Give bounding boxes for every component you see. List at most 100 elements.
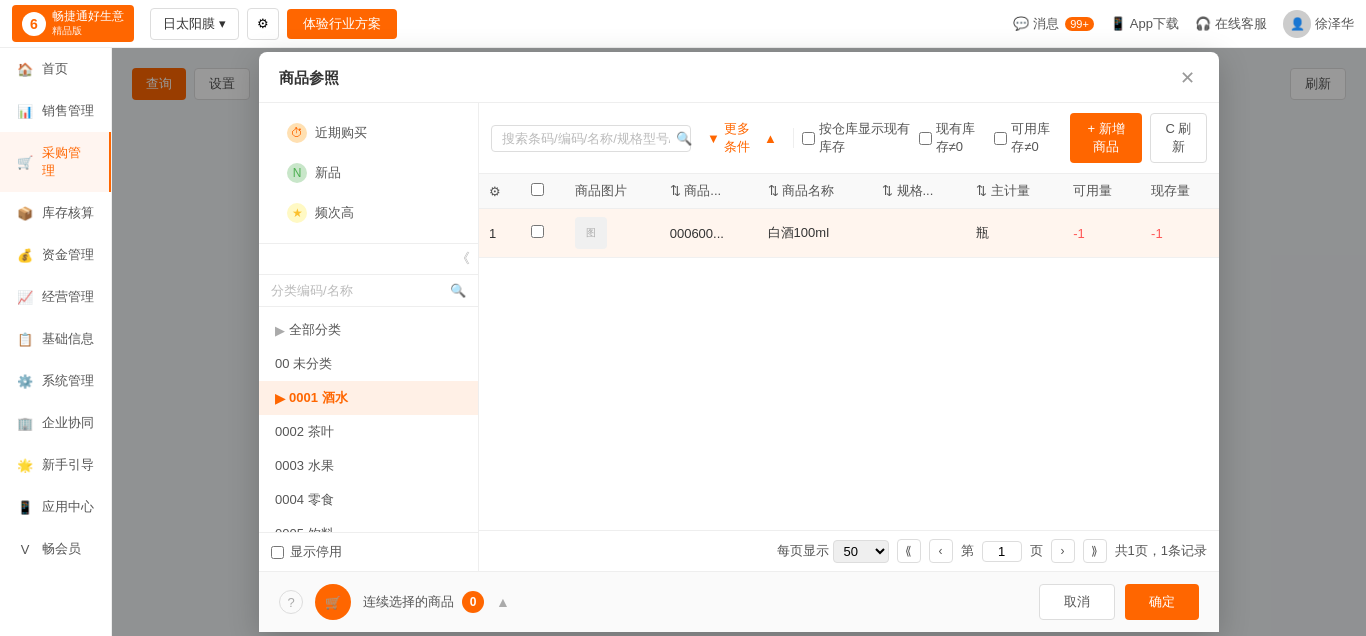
- page-last-btn[interactable]: ⟫: [1083, 539, 1107, 563]
- headset-icon: 🎧: [1195, 16, 1211, 31]
- confirm-btn[interactable]: 确定: [1125, 584, 1199, 620]
- modal-toolbar: 🔍 ▼ 更多条件 ▲ 按仓库显示现有库存: [479, 103, 1219, 174]
- cart-icon: 🛒: [325, 595, 341, 610]
- sort-icon: ⇅: [882, 183, 893, 198]
- purchase-icon: 🛒: [16, 153, 34, 171]
- modal-nav-new[interactable]: N 新品: [271, 153, 466, 193]
- page-size-dropdown[interactable]: 50 20 100 200: [833, 540, 889, 563]
- warehouse-display-filter[interactable]: 按仓库显示现有库存: [802, 120, 911, 156]
- cart-icon-btn[interactable]: 🛒: [315, 584, 351, 620]
- sidebar-item-operations[interactable]: 📈 经营管理: [0, 276, 111, 318]
- th-name[interactable]: ⇅ 商品名称: [758, 174, 872, 209]
- home-icon: 🏠: [16, 60, 34, 78]
- selected-count-area: 连续选择的商品 0: [363, 591, 484, 613]
- cell-name: 白酒100ml: [758, 209, 872, 258]
- sidebar-item-purchase[interactable]: 🛒 采购管理: [0, 132, 111, 192]
- modal-close-button[interactable]: ✕: [1175, 66, 1199, 90]
- category-all[interactable]: ▶ 全部分类: [259, 313, 478, 347]
- cell-seq: 1: [479, 209, 521, 258]
- sidebar-item-basic[interactable]: 📋 基础信息: [0, 318, 111, 360]
- page-first-btn[interactable]: ⟪: [897, 539, 921, 563]
- online-service-btn[interactable]: 🎧 在线客服: [1195, 15, 1267, 33]
- sidebar-item-system[interactable]: ⚙️ 系统管理: [0, 360, 111, 402]
- modal-footer-left: ? 🛒 连续选择的商品 0 ▲: [279, 584, 510, 620]
- th-available: 可用量: [1063, 174, 1141, 209]
- modal-overlay: 商品参照 ✕ ⏱ 近期购买: [112, 48, 1366, 636]
- product-search-input[interactable]: [502, 131, 670, 146]
- th-code[interactable]: ⇅ 商品...: [660, 174, 758, 209]
- user-menu[interactable]: 👤 徐泽华: [1283, 10, 1354, 38]
- product-table-body: 1 图 000600... 白酒100ml 瓶 -1 -1: [479, 209, 1219, 258]
- modal-pagination: 每页显示 50 20 100 200 ⟪ ‹ 第: [479, 530, 1219, 571]
- available-ne0-filter[interactable]: 现有库存≠0: [919, 120, 987, 156]
- pagination-total: 共1页，1条记录: [1115, 542, 1207, 560]
- settings-icon[interactable]: ⚙: [489, 184, 501, 199]
- page-prev-btn[interactable]: ‹: [929, 539, 953, 563]
- sidebar-item-finance[interactable]: 💰 资金管理: [0, 234, 111, 276]
- logo[interactable]: 6 畅捷通好生意 精品版: [12, 5, 134, 43]
- arrow-icon: ▶: [275, 323, 285, 338]
- sidebar-item-home[interactable]: 🏠 首页: [0, 48, 111, 90]
- refresh-btn[interactable]: C 刷新: [1150, 113, 1207, 163]
- experience-btn[interactable]: 体验行业方案: [287, 9, 397, 39]
- category-search-input[interactable]: [271, 283, 444, 298]
- logo-text: 畅捷通好生意 精品版: [52, 9, 124, 39]
- category-0001[interactable]: ▶ 0001 酒水: [259, 381, 478, 415]
- sidebar-item-guide[interactable]: 🌟 新手引导: [0, 444, 111, 486]
- search-icon[interactable]: 🔍: [676, 131, 692, 146]
- inventory-icon: 📦: [16, 204, 34, 222]
- modal-footer-right: 取消 确定: [1039, 584, 1199, 620]
- table-row[interactable]: 1 图 000600... 白酒100ml 瓶 -1 -1: [479, 209, 1219, 258]
- modal-body: ⏱ 近期购买 N 新品 ★ 频次高: [259, 103, 1219, 571]
- search-icon[interactable]: 🔍: [450, 283, 466, 298]
- messages-btn[interactable]: 💬 消息 99+: [1013, 15, 1094, 33]
- warehouse-checkbox[interactable]: [802, 132, 815, 145]
- sidebar-item-inventory[interactable]: 📦 库存核算: [0, 192, 111, 234]
- page-number-input[interactable]: [982, 541, 1022, 562]
- category-0002[interactable]: 0002 茶叶: [259, 415, 478, 449]
- nav-dropdown[interactable]: 日太阳膜 ▾: [150, 8, 239, 40]
- category-list: ▶ 全部分类 00 未分类 ▶ 0001 酒水 0002 茶: [259, 307, 478, 532]
- th-spec[interactable]: ⇅ 规格...: [872, 174, 966, 209]
- cancel-btn[interactable]: 取消: [1039, 584, 1115, 620]
- category-0003[interactable]: 0003 水果: [259, 449, 478, 483]
- toolbar-right: + 新增商品 C 刷新: [1070, 113, 1207, 163]
- modal-sidebar: ⏱ 近期购买 N 新品 ★ 频次高: [259, 103, 479, 571]
- expand-icon[interactable]: ▲: [496, 594, 510, 610]
- category-0004[interactable]: 0004 零食: [259, 483, 478, 517]
- category-00[interactable]: 00 未分类: [259, 347, 478, 381]
- separator: [793, 128, 794, 148]
- th-unit[interactable]: ⇅ 主计量: [966, 174, 1063, 209]
- add-product-btn[interactable]: + 新增商品: [1070, 113, 1142, 163]
- modal-nav-recent[interactable]: ⏱ 近期购买: [271, 113, 466, 153]
- app-download-btn[interactable]: 📱 App下载: [1110, 15, 1179, 33]
- category-0005[interactable]: 0005 饮料: [259, 517, 478, 532]
- guide-icon: 🌟: [16, 456, 34, 474]
- page-next-btn[interactable]: ›: [1051, 539, 1075, 563]
- table-header-row: ⚙ 商品图片: [479, 174, 1219, 209]
- help-icon[interactable]: ?: [279, 590, 303, 614]
- recent-icon: ⏱: [287, 123, 307, 143]
- sidebar-item-app-center[interactable]: 📱 应用中心: [0, 486, 111, 528]
- sidebar: 🏠 首页 📊 销售管理 🛒 采购管理 📦 库存核算 💰 资金管理 📈 经营管理 …: [0, 48, 112, 636]
- settings-icon[interactable]: ⚙: [247, 8, 279, 40]
- select-all-checkbox[interactable]: [531, 183, 544, 196]
- usable-ne0-filter[interactable]: 可用库存≠0: [994, 120, 1062, 156]
- new-icon: N: [287, 163, 307, 183]
- row-checkbox[interactable]: [531, 225, 544, 238]
- show-disabled-checkbox[interactable]: [271, 546, 284, 559]
- member-icon: V: [16, 540, 34, 558]
- sort-icon: ⇅: [768, 183, 779, 198]
- more-filter-btn[interactable]: ▼ 更多条件 ▲: [699, 115, 785, 161]
- available-ne0-checkbox[interactable]: [919, 132, 932, 145]
- modal-nav-freq[interactable]: ★ 频次高: [271, 193, 466, 233]
- product-search-box: 🔍: [491, 125, 691, 152]
- collapse-icon[interactable]: 《: [456, 250, 470, 268]
- usable-ne0-checkbox[interactable]: [994, 132, 1007, 145]
- show-disabled-label[interactable]: 显示停用: [290, 543, 342, 561]
- sidebar-item-member[interactable]: V 畅会员: [0, 528, 111, 570]
- sidebar-item-sales[interactable]: 📊 销售管理: [0, 90, 111, 132]
- nav-center: 日太阳膜 ▾ ⚙ 体验行业方案: [150, 8, 1013, 40]
- sidebar-item-enterprise[interactable]: 🏢 企业协同: [0, 402, 111, 444]
- selected-count-badge: 0: [462, 591, 484, 613]
